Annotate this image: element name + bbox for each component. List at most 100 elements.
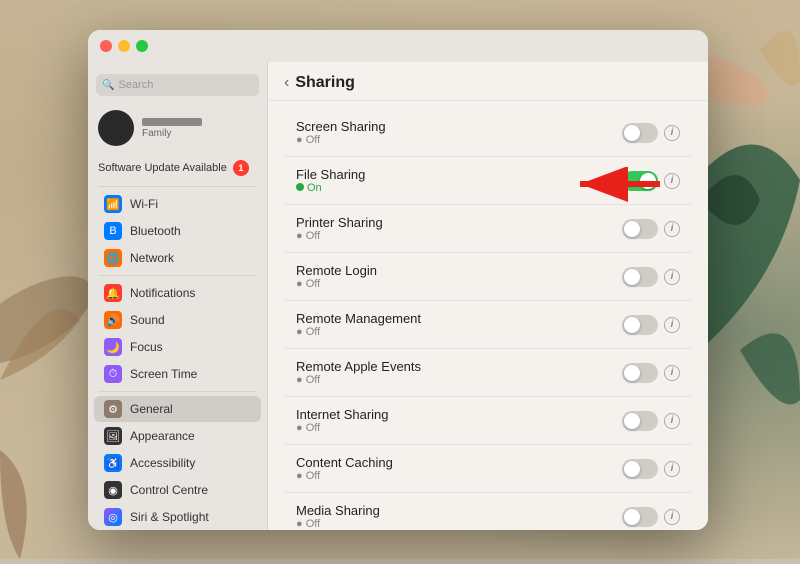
update-label: Software Update Available [98,162,227,174]
sharing-controls-remote-login: i [622,267,680,287]
appearance-icon: 🖼 [104,427,122,445]
accessibility-icon: ♿ [104,454,122,472]
sidebar-item-appearance[interactable]: 🖼 Appearance [94,423,261,449]
sharing-item-internet-status: ● Off [296,422,614,434]
notifications-icon: 🔔 [104,284,122,302]
sidebar-item-controlcentre[interactable]: ◉ Control Centre [94,477,261,503]
search-placeholder: Search [118,79,153,91]
info-file-sharing[interactable]: i [664,173,680,189]
network-icon: 🌐 [104,249,122,267]
sharing-item-printer-info: Printer Sharing ● Off [296,215,614,242]
maximize-button[interactable] [136,40,148,52]
search-icon: 🔍 [102,80,114,91]
sidebar-item-notifications[interactable]: 🔔 Notifications [94,280,261,306]
update-badge-count: 1 [233,160,249,176]
sidebar-item-label-appearance: Appearance [130,429,195,443]
sidebar-item-label-siri: Siri & Spotlight [130,510,209,524]
content-header: ‹ Sharing [268,62,708,101]
settings-window: 🔍 Search Family Software Update Availabl… [88,30,708,530]
sharing-controls-screen: i [622,123,680,143]
sharing-item-printer-status: ● Off [296,230,614,242]
sharing-controls-remote-events: i [622,363,680,383]
controlcentre-icon: ◉ [104,481,122,499]
sharing-item-remote-events: Remote Apple Events ● Off i [284,349,692,397]
info-screen-sharing[interactable]: i [664,125,680,141]
sidebar-item-focus[interactable]: 🌙 Focus [94,334,261,360]
toggle-remote-events[interactable] [622,363,658,383]
sharing-item-remote-mgmt: Remote Management ● Off i [284,301,692,349]
sharing-item-remote-events-info: Remote Apple Events ● Off [296,359,614,386]
sidebar-item-general[interactable]: ⚙ General [94,396,261,422]
sharing-item-content-caching: Content Caching ● Off i [284,445,692,493]
sharing-item-remote-login: Remote Login ● Off i [284,253,692,301]
sidebar-item-bluetooth[interactable]: B Bluetooth [94,218,261,244]
sidebar-item-label-network: Network [130,251,174,265]
sharing-item-content-caching-name: Content Caching [296,455,614,470]
sidebar-item-wifi[interactable]: 📶 Wi-Fi [94,191,261,217]
toggle-media-sharing[interactable] [622,507,658,527]
toggle-printer-sharing[interactable] [622,219,658,239]
info-remote-events[interactable]: i [664,365,680,381]
sidebar-item-label-wifi: Wi-Fi [130,197,158,211]
sharing-item-remote-mgmt-name: Remote Management [296,311,614,326]
sharing-item-remote-mgmt-status: ● Off [296,326,614,338]
info-media-sharing[interactable]: i [664,509,680,525]
sharing-item-printer: Printer Sharing ● Off i [284,205,692,253]
page-title: Sharing [295,74,355,92]
window-body: 🔍 Search Family Software Update Availabl… [88,62,708,530]
minimize-button[interactable] [118,40,130,52]
info-remote-mgmt[interactable]: i [664,317,680,333]
sidebar-item-sound[interactable]: 🔊 Sound [94,307,261,333]
sharing-item-remote-events-name: Remote Apple Events [296,359,614,374]
info-internet-sharing[interactable]: i [664,413,680,429]
close-button[interactable] [100,40,112,52]
sharing-list: Screen Sharing ● Off i File Sharing On [268,101,708,530]
toggle-internet-sharing[interactable] [622,411,658,431]
search-bar[interactable]: 🔍 Search [96,74,259,96]
sidebar-item-label-screentime: Screen Time [130,367,197,381]
sharing-item-media-info: Media Sharing ● Off [296,503,614,530]
sharing-item-screen-name: Screen Sharing [296,119,614,134]
general-icon: ⚙ [104,400,122,418]
back-button[interactable]: ‹ [284,74,289,92]
sharing-item-media-status: ● Off [296,518,614,530]
sidebar-item-label-sound: Sound [130,313,165,327]
divider-3 [98,391,257,392]
sharing-item-screen-status: ● Off [296,134,614,146]
sharing-item-screen: Screen Sharing ● Off i [284,109,692,157]
sidebar-item-label-focus: Focus [130,340,163,354]
update-available[interactable]: Software Update Available 1 [88,156,267,180]
user-name [142,118,202,126]
sharing-item-remote-mgmt-info: Remote Management ● Off [296,311,614,338]
sidebar-item-screentime[interactable]: ⏱ Screen Time [94,361,261,387]
wifi-icon: 📶 [104,195,122,213]
info-remote-login[interactable]: i [664,269,680,285]
sharing-item-internet-info: Internet Sharing ● Off [296,407,614,434]
sharing-item-screen-info: Screen Sharing ● Off [296,119,614,146]
user-section[interactable]: Family [88,104,267,152]
sidebar-item-accessibility[interactable]: ♿ Accessibility [94,450,261,476]
sharing-item-media: Media Sharing ● Off i [284,493,692,530]
sidebar-item-siri[interactable]: ◎ Siri & Spotlight [94,504,261,530]
divider-2 [98,275,257,276]
sharing-item-remote-login-name: Remote Login [296,263,614,278]
sidebar-item-network[interactable]: 🌐 Network [94,245,261,271]
user-subtitle: Family [142,128,202,139]
sharing-item-printer-name: Printer Sharing [296,215,614,230]
toggle-remote-mgmt[interactable] [622,315,658,335]
focus-icon: 🌙 [104,338,122,356]
toggle-remote-login[interactable] [622,267,658,287]
user-info: Family [142,118,202,139]
sharing-controls-media: i [622,507,680,527]
main-content: ‹ Sharing Screen Sharing ● Off i [268,62,708,530]
info-printer-sharing[interactable]: i [664,221,680,237]
sharing-item-remote-events-status: ● Off [296,374,614,386]
sharing-controls-content-caching: i [622,459,680,479]
toggle-content-caching[interactable] [622,459,658,479]
info-content-caching[interactable]: i [664,461,680,477]
toggle-screen-sharing[interactable] [622,123,658,143]
sharing-item-remote-login-info: Remote Login ● Off [296,263,614,290]
sharing-item-content-caching-status: ● Off [296,470,614,482]
sidebar-item-label-controlcentre: Control Centre [130,483,208,497]
sidebar-item-label-accessibility: Accessibility [130,456,195,470]
